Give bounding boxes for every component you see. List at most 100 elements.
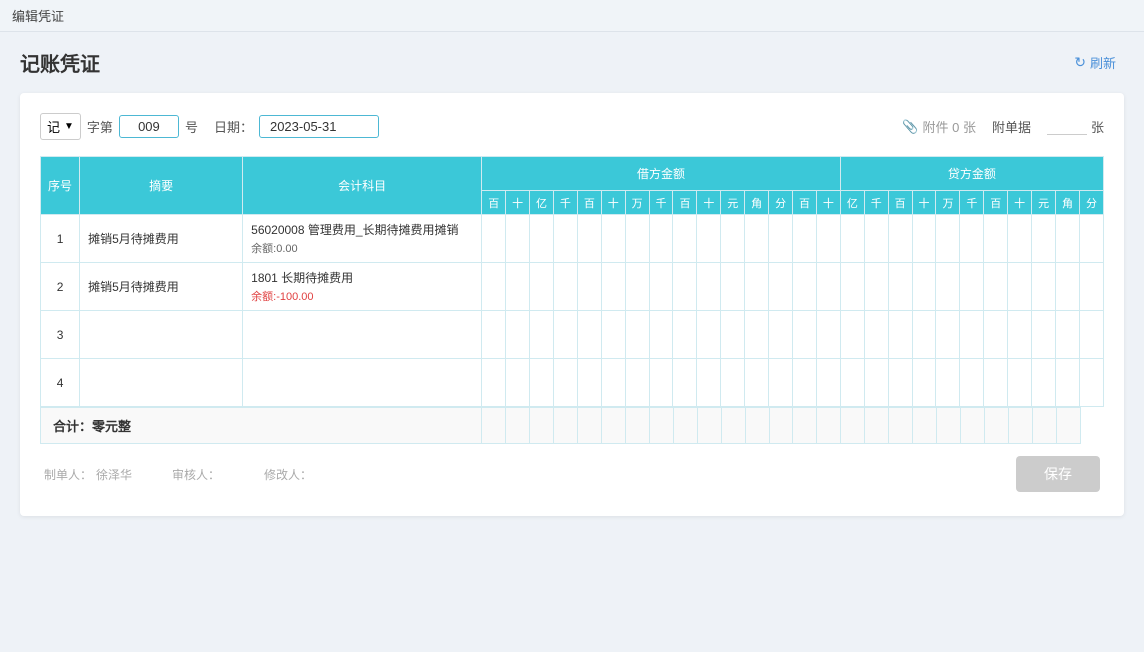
row-3-amount-11[interactable] xyxy=(745,311,769,359)
row-2-amount-9[interactable] xyxy=(697,263,721,311)
row-3-amount-12[interactable] xyxy=(769,311,793,359)
row-2-amount-12[interactable] xyxy=(769,263,793,311)
row-1-amount-14[interactable] xyxy=(816,215,840,263)
row-2-amount-22[interactable] xyxy=(1008,263,1032,311)
row-4-amount-9[interactable] xyxy=(697,359,721,407)
row-1-amount-5[interactable] xyxy=(601,215,625,263)
row-2-amount-19[interactable] xyxy=(936,263,960,311)
row-1-amount-15[interactable] xyxy=(840,215,864,263)
row-1-amount-19[interactable] xyxy=(936,215,960,263)
row-3-amount-25[interactable] xyxy=(1079,311,1103,359)
row-4-amount-1[interactable] xyxy=(506,359,530,407)
row-3-amount-24[interactable] xyxy=(1056,311,1080,359)
row-2-amount-3[interactable] xyxy=(553,263,577,311)
row-2-amount-15[interactable] xyxy=(840,263,864,311)
row-3-amount-18[interactable] xyxy=(912,311,936,359)
row-2-amount-20[interactable] xyxy=(960,263,984,311)
row-3-amount-10[interactable] xyxy=(721,311,745,359)
row-4-amount-18[interactable] xyxy=(912,359,936,407)
row-4-amount-4[interactable] xyxy=(577,359,601,407)
row-1-amount-16[interactable] xyxy=(864,215,888,263)
row-1-amount-20[interactable] xyxy=(960,215,984,263)
row-4-amount-15[interactable] xyxy=(840,359,864,407)
row-2-amount-13[interactable] xyxy=(793,263,817,311)
row-1-summary[interactable]: 摊销5月待摊费用 xyxy=(80,215,243,263)
row-3-amount-13[interactable] xyxy=(793,311,817,359)
row-3-account[interactable] xyxy=(243,311,482,359)
row-2-amount-10[interactable] xyxy=(721,263,745,311)
row-3-amount-23[interactable] xyxy=(1032,311,1056,359)
row-4-amount-19[interactable] xyxy=(936,359,960,407)
row-1-amount-9[interactable] xyxy=(697,215,721,263)
row-2-amount-7[interactable] xyxy=(649,263,673,311)
row-3-amount-2[interactable] xyxy=(530,311,554,359)
row-1-amount-23[interactable] xyxy=(1032,215,1056,263)
row-1-amount-7[interactable] xyxy=(649,215,673,263)
row-4-amount-20[interactable] xyxy=(960,359,984,407)
row-3-amount-17[interactable] xyxy=(888,311,912,359)
row-1-amount-13[interactable] xyxy=(793,215,817,263)
row-2-summary[interactable]: 摊销5月待摊费用 xyxy=(80,263,243,311)
row-1-amount-10[interactable] xyxy=(721,215,745,263)
row-2-amount-23[interactable] xyxy=(1032,263,1056,311)
row-1-amount-18[interactable] xyxy=(912,215,936,263)
row-1-amount-0[interactable] xyxy=(482,215,506,263)
row-3-amount-0[interactable] xyxy=(482,311,506,359)
row-2-amount-25[interactable] xyxy=(1079,263,1103,311)
row-4-amount-13[interactable] xyxy=(793,359,817,407)
zhang-input[interactable] xyxy=(1047,119,1087,135)
row-4-amount-5[interactable] xyxy=(601,359,625,407)
row-4-amount-8[interactable] xyxy=(673,359,697,407)
row-3-amount-8[interactable] xyxy=(673,311,697,359)
row-1-amount-4[interactable] xyxy=(577,215,601,263)
row-4-amount-6[interactable] xyxy=(625,359,649,407)
row-1-amount-2[interactable] xyxy=(530,215,554,263)
row-1-account[interactable]: 56020008 管理费用_长期待摊费用摊销余额:0.00 xyxy=(243,215,482,263)
row-4-amount-10[interactable] xyxy=(721,359,745,407)
row-1-amount-24[interactable] xyxy=(1056,215,1080,263)
row-1-amount-12[interactable] xyxy=(769,215,793,263)
save-button[interactable]: 保存 xyxy=(1016,456,1100,492)
row-1-amount-25[interactable] xyxy=(1079,215,1103,263)
row-4-amount-11[interactable] xyxy=(745,359,769,407)
row-4-amount-14[interactable] xyxy=(816,359,840,407)
row-2-amount-4[interactable] xyxy=(577,263,601,311)
date-input[interactable] xyxy=(259,115,379,138)
row-1-amount-1[interactable] xyxy=(506,215,530,263)
row-2-amount-17[interactable] xyxy=(888,263,912,311)
row-3-amount-4[interactable] xyxy=(577,311,601,359)
row-4-amount-16[interactable] xyxy=(864,359,888,407)
row-1-amount-6[interactable] xyxy=(625,215,649,263)
row-3-amount-15[interactable] xyxy=(840,311,864,359)
attachment-link[interactable]: 📎 附件 0 张 xyxy=(902,117,976,136)
row-3-amount-14[interactable] xyxy=(816,311,840,359)
row-2-amount-6[interactable] xyxy=(625,263,649,311)
row-1-amount-11[interactable] xyxy=(745,215,769,263)
refresh-button[interactable]: ↻ 刷新 xyxy=(1066,49,1124,76)
row-2-amount-11[interactable] xyxy=(745,263,769,311)
row-2-amount-14[interactable] xyxy=(816,263,840,311)
row-4-account[interactable] xyxy=(243,359,482,407)
row-1-amount-8[interactable] xyxy=(673,215,697,263)
row-2-amount-18[interactable] xyxy=(912,263,936,311)
row-1-amount-21[interactable] xyxy=(984,215,1008,263)
row-4-amount-22[interactable] xyxy=(1008,359,1032,407)
row-1-amount-22[interactable] xyxy=(1008,215,1032,263)
row-2-amount-2[interactable] xyxy=(530,263,554,311)
row-4-summary[interactable] xyxy=(80,359,243,407)
fudanju-button[interactable]: 附单据 xyxy=(992,117,1031,136)
row-3-amount-3[interactable] xyxy=(553,311,577,359)
row-3-summary[interactable] xyxy=(80,311,243,359)
row-2-amount-8[interactable] xyxy=(673,263,697,311)
row-3-amount-21[interactable] xyxy=(984,311,1008,359)
row-2-amount-0[interactable] xyxy=(482,263,506,311)
row-2-amount-1[interactable] xyxy=(506,263,530,311)
row-2-amount-24[interactable] xyxy=(1056,263,1080,311)
row-4-amount-2[interactable] xyxy=(530,359,554,407)
row-4-amount-12[interactable] xyxy=(769,359,793,407)
row-3-amount-5[interactable] xyxy=(601,311,625,359)
row-3-amount-1[interactable] xyxy=(506,311,530,359)
row-4-amount-7[interactable] xyxy=(649,359,673,407)
row-1-amount-3[interactable] xyxy=(553,215,577,263)
row-4-amount-24[interactable] xyxy=(1056,359,1080,407)
